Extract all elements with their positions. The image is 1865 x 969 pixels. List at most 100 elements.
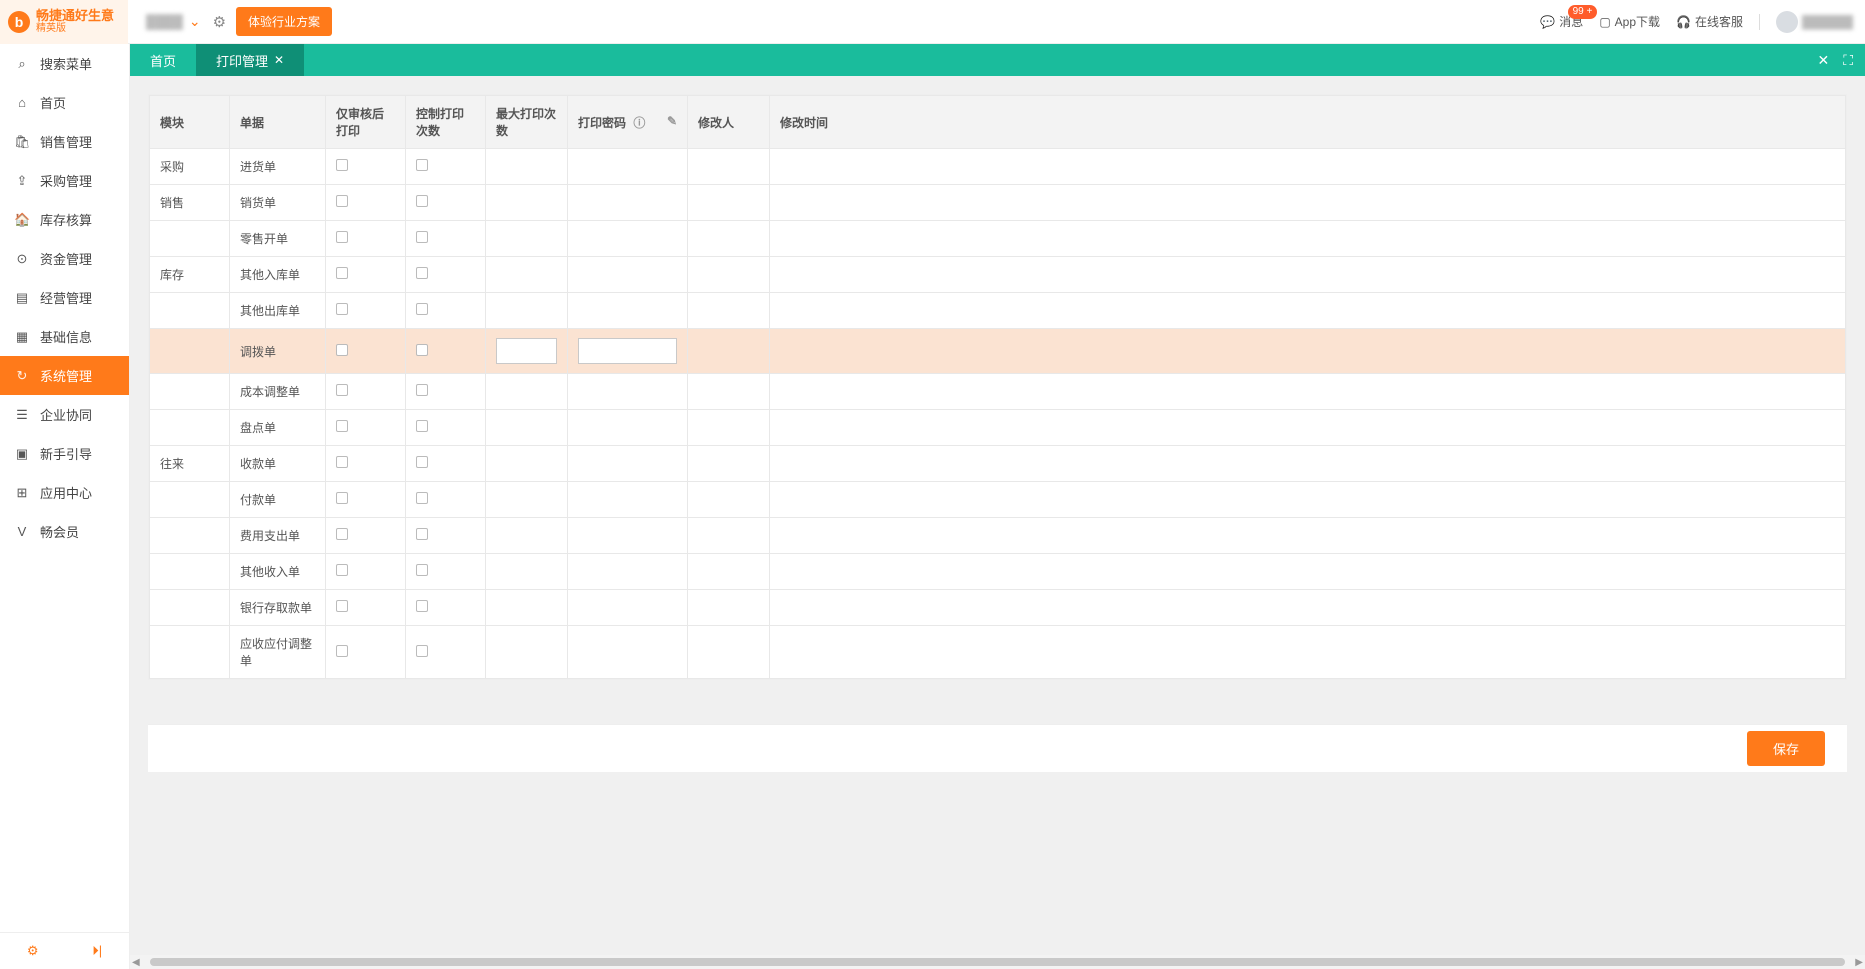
control-checkbox[interactable]	[416, 303, 428, 315]
audit-checkbox[interactable]	[336, 528, 348, 540]
audit-checkbox[interactable]	[336, 420, 348, 432]
sidebar-item-5[interactable]: ⊙资金管理	[0, 239, 129, 278]
app-download-link[interactable]: ▢ App下载	[1599, 13, 1660, 30]
tab-print-manage[interactable]: 打印管理 ✕	[196, 44, 304, 76]
cell-pwd	[568, 410, 688, 446]
cell-audit	[326, 482, 406, 518]
control-checkbox[interactable]	[416, 456, 428, 468]
cell-max	[486, 482, 568, 518]
control-checkbox[interactable]	[416, 384, 428, 396]
settings-icon[interactable]: ⚙	[27, 943, 39, 959]
cell-audit	[326, 518, 406, 554]
cell-max	[486, 518, 568, 554]
print-password-input[interactable]	[578, 338, 677, 364]
control-checkbox[interactable]	[416, 231, 428, 243]
cell-control	[406, 626, 486, 679]
customer-service-link[interactable]: 🎧 在线客服	[1676, 13, 1743, 30]
sidebar-icon: ▣	[14, 446, 30, 462]
control-checkbox[interactable]	[416, 492, 428, 504]
messages-link[interactable]: 💬 消息 99 +	[1540, 13, 1583, 30]
sidebar-item-0[interactable]: ⌕搜索菜单	[0, 44, 129, 83]
audit-checkbox[interactable]	[336, 344, 348, 356]
main-area: 首页 打印管理 ✕ ✕ ⛶	[130, 44, 1865, 969]
sidebar-icon: 🛍	[14, 134, 30, 150]
audit-checkbox[interactable]	[336, 231, 348, 243]
max-print-input[interactable]	[496, 338, 557, 364]
sidebar-item-7[interactable]: ▦基础信息	[0, 317, 129, 356]
tab-home[interactable]: 首页	[130, 44, 196, 76]
cell-control	[406, 221, 486, 257]
sidebar-item-11[interactable]: ⊞应用中心	[0, 473, 129, 512]
cell-doc: 费用支出单	[230, 518, 326, 554]
sidebar-item-6[interactable]: ▤经营管理	[0, 278, 129, 317]
cell-modifier	[688, 374, 770, 410]
sidebar-item-3[interactable]: ⇪采购管理	[0, 161, 129, 200]
sidebar-item-12[interactable]: V畅会员	[0, 512, 129, 551]
table-row: 往来收款单	[150, 446, 1846, 482]
audit-checkbox[interactable]	[336, 303, 348, 315]
user-menu[interactable]: ██████	[1776, 11, 1853, 33]
cell-doc: 成本调整单	[230, 374, 326, 410]
control-checkbox[interactable]	[416, 564, 428, 576]
sidebar-item-2[interactable]: 🛍 销售管理	[0, 122, 129, 161]
industry-solution-button[interactable]: 体验行业方案	[236, 7, 332, 36]
cell-mtime	[770, 293, 1846, 329]
help-icon[interactable]: ⓘ	[633, 116, 645, 130]
control-checkbox[interactable]	[416, 344, 428, 356]
control-checkbox[interactable]	[416, 528, 428, 540]
sidebar-item-10[interactable]: ▣新手引导	[0, 434, 129, 473]
save-button[interactable]: 保存	[1747, 731, 1825, 766]
fullscreen-icon[interactable]: ⛶	[1843, 52, 1853, 69]
audit-checkbox[interactable]	[336, 456, 348, 468]
audit-checkbox[interactable]	[336, 159, 348, 171]
control-checkbox[interactable]	[416, 195, 428, 207]
audit-checkbox[interactable]	[336, 600, 348, 612]
control-checkbox[interactable]	[416, 420, 428, 432]
audit-checkbox[interactable]	[336, 195, 348, 207]
cell-audit	[326, 590, 406, 626]
tenant-switch[interactable]: ████ ⌄	[146, 13, 201, 30]
username: ██████	[1802, 15, 1853, 29]
audit-checkbox[interactable]	[336, 492, 348, 504]
control-checkbox[interactable]	[416, 645, 428, 657]
cell-modifier	[688, 482, 770, 518]
gear-icon[interactable]: ⚙	[213, 13, 226, 31]
sidebar-item-label: 销售管理	[40, 132, 92, 151]
sidebar-item-9[interactable]: ☰企业协同	[0, 395, 129, 434]
scroll-left-icon[interactable]: ◀	[132, 957, 140, 968]
cell-mtime	[770, 446, 1846, 482]
cell-modifier	[688, 410, 770, 446]
close-icon[interactable]: ✕	[274, 53, 284, 67]
audit-checkbox[interactable]	[336, 564, 348, 576]
sidebar-icon: ⊞	[14, 485, 30, 501]
control-checkbox[interactable]	[416, 267, 428, 279]
cell-max	[486, 446, 568, 482]
cell-module: 采购	[150, 149, 230, 185]
cell-pwd	[568, 149, 688, 185]
sidebar-item-8[interactable]: ↻系统管理	[0, 356, 129, 395]
tab-close-all-icon[interactable]: ✕	[1817, 52, 1829, 69]
audit-checkbox[interactable]	[336, 267, 348, 279]
cell-pwd	[568, 626, 688, 679]
table-row: 其他收入单	[150, 554, 1846, 590]
control-checkbox[interactable]	[416, 600, 428, 612]
sidebar-item-label: 系统管理	[40, 366, 92, 385]
sidebar-item-1[interactable]: ⌂首页	[0, 83, 129, 122]
control-checkbox[interactable]	[416, 159, 428, 171]
audit-checkbox[interactable]	[336, 645, 348, 657]
scroll-right-icon[interactable]: ▶	[1855, 957, 1863, 968]
cell-module: 销售	[150, 185, 230, 221]
cell-doc: 其他收入单	[230, 554, 326, 590]
edit-icon[interactable]: ✎	[667, 114, 677, 128]
collapse-icon[interactable]: ⏵|	[92, 943, 102, 959]
sidebar-item-label: 企业协同	[40, 405, 92, 424]
cell-modifier	[688, 590, 770, 626]
audit-checkbox[interactable]	[336, 384, 348, 396]
cell-pwd	[568, 293, 688, 329]
scroll-thumb[interactable]	[150, 958, 1846, 966]
sidebar-item-4[interactable]: 🏠库存核算	[0, 200, 129, 239]
horizontal-scrollbar[interactable]: ◀ ▶	[130, 955, 1865, 969]
cell-modifier	[688, 518, 770, 554]
sidebar-item-label: 库存核算	[40, 210, 92, 229]
cell-control	[406, 149, 486, 185]
